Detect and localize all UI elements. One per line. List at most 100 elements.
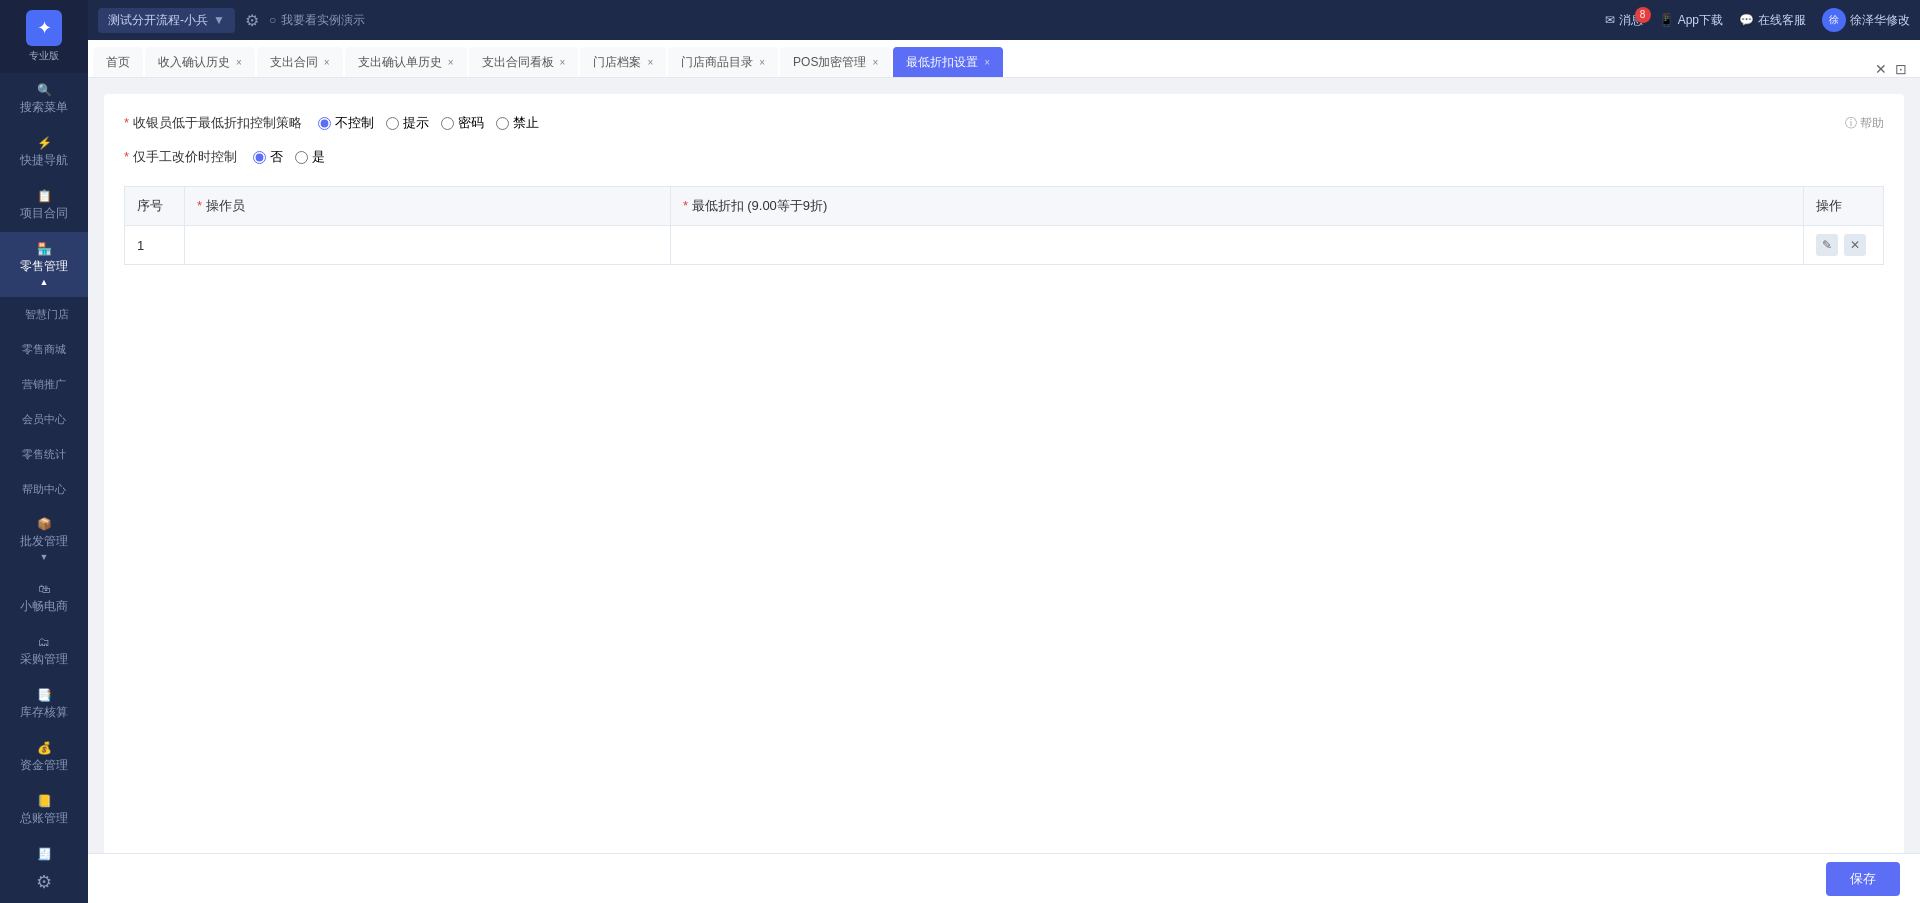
store-catalog-close-icon[interactable]: × (759, 57, 765, 68)
tabs-menu-button[interactable]: ⊡ (1895, 61, 1907, 77)
sidebar-item-ledger[interactable]: 📒 总账管理 (0, 784, 88, 837)
sidebar-item-project[interactable]: 📋 项目合同 (0, 179, 88, 232)
sidebar-item-ecommerce[interactable]: 🛍 小畅电商 (0, 572, 88, 625)
sidebar-label-quicknav: 快捷导航 (20, 152, 68, 169)
retail-icon: 🏪 (37, 242, 52, 256)
tab-store-catalog[interactable]: 门店商品目录 × (668, 47, 778, 77)
online-service-button[interactable]: 💬 在线客服 (1739, 12, 1806, 29)
demo-link[interactable]: ○ 我要看实例演示 (269, 12, 365, 29)
radio-password[interactable]: 密码 (441, 114, 484, 132)
user-avatar: 徐 (1822, 8, 1846, 32)
retail-stats-label: 零售统计 (22, 447, 66, 462)
edit-row-button[interactable]: ✎ (1816, 234, 1838, 256)
radio-yes-input[interactable] (295, 151, 308, 164)
tab-expense-board[interactable]: 支出合同看板 × (469, 47, 579, 77)
radio-forbid-input[interactable] (496, 117, 509, 130)
expense-board-close-icon[interactable]: × (560, 57, 566, 68)
topbar-right: ✉ 消息 8 📱 App下载 💬 在线客服 徐 徐泽华修改 (1605, 8, 1910, 32)
pos-encrypt-close-icon[interactable]: × (872, 57, 878, 68)
sidebar-label-purchase: 采购管理 (20, 651, 68, 668)
tab-min-discount[interactable]: 最低折扣设置 × (893, 47, 1003, 77)
tab-pos-encrypt[interactable]: POS加密管理 × (780, 47, 891, 77)
radio-prompt[interactable]: 提示 (386, 114, 429, 132)
radio-no-control-input[interactable] (318, 117, 331, 130)
expense-confirm-history-label: 支出确认单历史 (358, 54, 442, 71)
discount-policy-label: * * 收银员低于最低折扣控制策略 收银员低于最低折扣控制策略 (124, 114, 302, 132)
home-tab-label: 首页 (106, 54, 130, 71)
radio-no-label: 否 (270, 148, 283, 166)
sidebar-item-member[interactable]: 会员中心 (0, 402, 88, 437)
user-profile-button[interactable]: 徐 徐泽华修改 (1822, 8, 1910, 32)
radio-yes-label: 是 (312, 148, 325, 166)
radio-yes[interactable]: 是 (295, 148, 325, 166)
row-actions: ✎ ✕ (1816, 234, 1871, 256)
min-discount-close-icon[interactable]: × (984, 57, 990, 68)
sidebar-item-finance[interactable]: 💰 资金管理 (0, 731, 88, 784)
expense-contract-close-icon[interactable]: × (324, 57, 330, 68)
radio-prompt-input[interactable] (386, 117, 399, 130)
purchase-icon: 🗂 (38, 635, 50, 649)
sidebar-item-retail[interactable]: 🏪 零售管理 ▲ (0, 232, 88, 297)
project-name: 测试分开流程-小兵 (108, 12, 208, 29)
logo-icon: ✦ (26, 10, 62, 46)
sidebar-item-smart-store[interactable]: 智慧门店 (0, 297, 88, 332)
tab-expense-confirm-history[interactable]: 支出确认单历史 × (345, 47, 467, 77)
demo-circle-icon: ○ (269, 13, 276, 27)
demo-label: 我要看实例演示 (281, 12, 365, 29)
cell-operator[interactable] (185, 226, 671, 265)
tabs-right-controls: ✕ ⊡ (1867, 61, 1915, 77)
ecommerce-icon: 🛍 (38, 582, 50, 596)
quick-nav-icon: ⚡ (37, 136, 52, 150)
sidebar-item-invoice[interactable]: 🧾 发票管理 (0, 837, 88, 861)
smart-store-label: 智慧门店 (25, 307, 69, 322)
sidebar-item-search[interactable]: 🔍 搜索菜单 (0, 73, 88, 126)
tabs-close-button[interactable]: ✕ (1875, 61, 1887, 77)
sidebar-item-inventory[interactable]: 📑 库存核算 (0, 678, 88, 731)
tab-expense-contract[interactable]: 支出合同 × (257, 47, 343, 77)
sidebar-nav: 🔍 搜索菜单 ⚡ 快捷导航 📋 项目合同 🏪 零售管理 ▲ 智慧门店 零售商城 … (0, 73, 88, 861)
tab-store-archive[interactable]: 门店档案 × (580, 47, 666, 77)
radio-no-input[interactable] (253, 151, 266, 164)
cell-min-discount[interactable] (670, 226, 1803, 265)
delete-row-button[interactable]: ✕ (1844, 234, 1866, 256)
help-circle-icon: ⓘ (1845, 115, 1857, 132)
app-download-button[interactable]: 📱 App下载 (1659, 12, 1723, 29)
save-button[interactable]: 保存 (1826, 862, 1900, 896)
table-row: 1 ✎ ✕ (125, 226, 1884, 265)
store-archive-close-icon[interactable]: × (647, 57, 653, 68)
ledger-icon: 📒 (37, 794, 52, 808)
expense-board-label: 支出合同看板 (482, 54, 554, 71)
help-button[interactable]: ⓘ 帮助 (1845, 115, 1884, 132)
radio-forbid-label: 禁止 (513, 114, 539, 132)
sidebar-item-retail-stats[interactable]: 零售统计 (0, 437, 88, 472)
project-selector[interactable]: 测试分开流程-小兵 ▼ (98, 8, 235, 33)
radio-no[interactable]: 否 (253, 148, 283, 166)
sidebar-item-purchase[interactable]: 🗂 采购管理 (0, 625, 88, 678)
notifications-button[interactable]: ✉ 消息 8 (1605, 12, 1643, 29)
discount-policy-row: * * 收银员低于最低折扣控制策略 收银员低于最低折扣控制策略 不控制 提示 (124, 114, 1884, 132)
radio-forbid[interactable]: 禁止 (496, 114, 539, 132)
tab-income-history[interactable]: 收入确认历史 × (145, 47, 255, 77)
radio-no-control[interactable]: 不控制 (318, 114, 374, 132)
topbar: 测试分开流程-小兵 ▼ ⚙ ○ 我要看实例演示 ✉ 消息 8 📱 App下载 💬… (88, 0, 1920, 40)
notification-bell-icon: ✉ (1605, 13, 1615, 27)
sidebar-item-wholesale[interactable]: 📦 批发管理 ▼ (0, 507, 88, 572)
sidebar-item-help-center[interactable]: 帮助中心 (0, 472, 88, 507)
wholesale-expand-icon: ▼ (40, 552, 49, 562)
retail-mall-label: 零售商城 (22, 342, 66, 357)
sidebar-item-marketing[interactable]: 营销推广 (0, 367, 88, 402)
income-history-close-icon[interactable]: × (236, 57, 242, 68)
col-actions: 操作 (1804, 187, 1884, 226)
tab-home[interactable]: 首页 (93, 47, 143, 77)
search-nav-icon: 🔍 (37, 83, 52, 97)
sidebar-settings-button[interactable]: ⚙ (0, 861, 88, 903)
finance-icon: 💰 (37, 741, 52, 755)
sidebar-item-quick-nav[interactable]: ⚡ 快捷导航 (0, 126, 88, 179)
sidebar-item-retail-mall[interactable]: 零售商城 (0, 332, 88, 367)
radio-password-input[interactable] (441, 117, 454, 130)
form-section: * * 收银员低于最低折扣控制策略 收银员低于最低折扣控制策略 不控制 提示 (124, 114, 1884, 166)
help-label: 帮助 (1860, 115, 1884, 132)
topbar-settings-button[interactable]: ⚙ (245, 11, 259, 30)
radio-password-label: 密码 (458, 114, 484, 132)
expense-confirm-history-close-icon[interactable]: × (448, 57, 454, 68)
